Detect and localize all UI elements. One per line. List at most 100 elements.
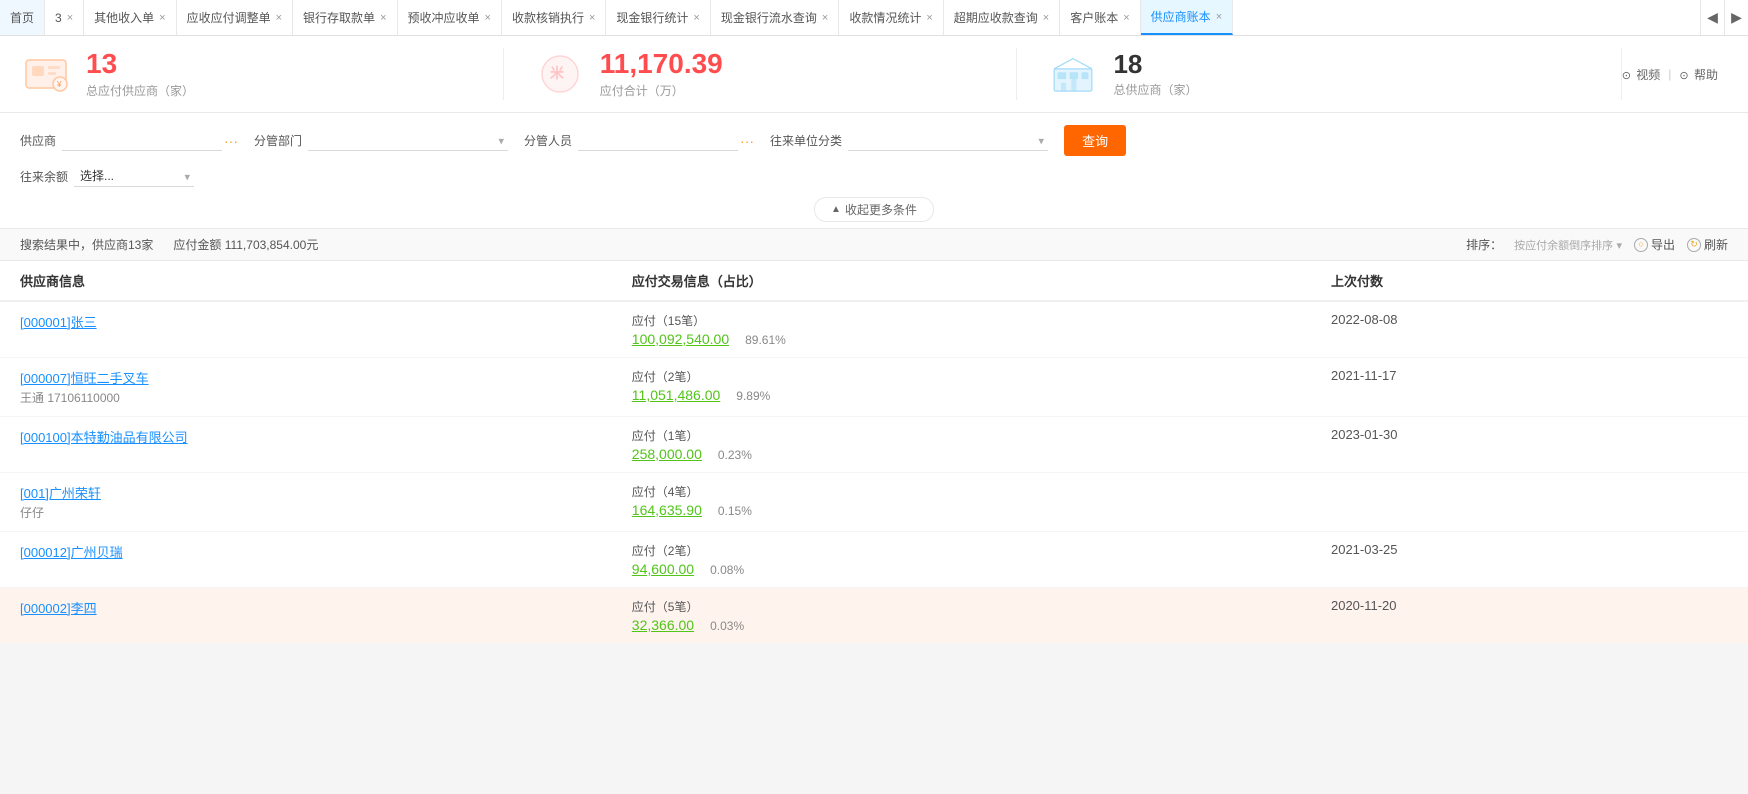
supplier-name-link[interactable]: [000100]本特勤油品有限公司 <box>20 430 188 445</box>
help-link[interactable]: ⊙ 帮助 <box>1679 66 1718 83</box>
svg-text:¥: ¥ <box>56 80 62 89</box>
video-link[interactable]: ⊙ 视频 <box>1622 66 1661 83</box>
supplier-name-link[interactable]: [001]广州荣轩 <box>20 486 101 501</box>
nav-tab-collectstat[interactable]: 收款情况统计 × <box>839 0 943 35</box>
person-input[interactable] <box>578 130 738 151</box>
col-last-pay: 上次付数 <box>1311 261 1748 301</box>
trans-info-cell: 应付（4笔）164,635.900.15% <box>612 473 1311 532</box>
last-pay-cell: 2020-11-20 <box>1311 588 1748 644</box>
trans-amount-link[interactable]: 11,051,486.00 <box>632 387 721 403</box>
trans-label: 应付（4笔） <box>632 483 1291 500</box>
person-dots-icon[interactable]: ··· <box>740 133 754 149</box>
trans-label: 应付（2笔） <box>632 542 1291 559</box>
close-icon[interactable]: × <box>1216 11 1222 23</box>
nav-tab-supplierbook-label: 供应商账本 <box>1151 8 1211 25</box>
refresh-icon: ↻ <box>1687 238 1701 252</box>
suppliers-table: 供应商信息 应付交易信息（占比） 上次付数 [000001]张三 应付（15笔） 1… <box>0 261 1748 644</box>
results-bar: 搜索结果中，供应商13家 应付金额 111,703,854.00元 排序： 按应… <box>0 229 1748 261</box>
nav-tab-adjust[interactable]: 应收应付调整单 × <box>177 0 293 35</box>
nav-tab-bank[interactable]: 银行存取款单 × <box>293 0 397 35</box>
table-row: [000001]张三应付（15笔）100,092,540.0089.61%202… <box>0 301 1748 358</box>
table-row: [001]广州荣轩仔仔应付（4笔）164,635.900.15% <box>0 473 1748 532</box>
nav-tab-precollect[interactable]: 预收冲应收单 × <box>398 0 502 35</box>
trans-label: 应付（15笔） <box>632 312 1291 329</box>
close-icon[interactable]: × <box>926 12 932 24</box>
supplier-dots-icon[interactable]: ··· <box>224 133 238 149</box>
export-button[interactable]: ○ 导出 <box>1634 236 1675 253</box>
supplier-info-cell: [000001]张三 <box>0 301 612 358</box>
supplier-name-link[interactable]: [000012]广州贝瑞 <box>20 545 123 560</box>
nav-tab-cashstat-label: 现金银行统计 <box>616 9 688 26</box>
nav-tab-supplierbook[interactable]: 供应商账本 × <box>1141 0 1233 35</box>
results-summary: 搜索结果中，供应商13家 应付金额 111,703,854.00元 <box>20 236 318 253</box>
supplier-name-link[interactable]: [000007]恒旺二手叉车 <box>20 371 149 386</box>
results-actions: 排序： 按应付余额倒序排序 ▾ ○ 导出 ↻ 刷新 <box>1466 236 1728 253</box>
filter-dept: 分管部门 <box>254 130 508 151</box>
total-payable-icon: 米 <box>534 48 586 100</box>
nav-tab-3-label: 3 <box>55 11 62 25</box>
nav-tab-3[interactable]: 3 × <box>45 0 84 35</box>
table-row: [000100]本特勤油品有限公司 应付（1笔） 258,000.00 0.23% 20… <box>0 417 1748 473</box>
dept-select[interactable] <box>308 130 508 151</box>
sort-select[interactable]: 按应付余额倒序排序 ▾ <box>1514 237 1622 253</box>
payable-suppliers-content: 13 总应付供应商（家） <box>86 49 194 99</box>
close-icon[interactable]: × <box>822 12 828 24</box>
supplier-info-cell: [000100]本特勤油品有限公司 <box>0 417 612 473</box>
nav-tab-verify-label: 收款核销执行 <box>512 9 584 26</box>
query-button[interactable]: 查询 <box>1064 125 1126 156</box>
supplier-name-link[interactable]: [000002]李四 <box>20 601 97 616</box>
table-header-row: 供应商信息 应付交易信息（占比） 上次付数 <box>0 261 1748 301</box>
supplier-name-link[interactable]: [000001]张三 <box>20 315 97 330</box>
collapse-button[interactable]: ▲ 收起更多条件 <box>814 197 934 222</box>
supplier-info-cell: [001]广州荣轩仔仔 <box>0 473 612 532</box>
supplier-info-cell: [000002]李四 <box>0 588 612 644</box>
close-icon[interactable]: × <box>159 12 165 24</box>
balance-label: 往来余额 <box>20 168 68 185</box>
nav-tab-home[interactable]: 首页 <box>0 0 45 35</box>
trans-amount-link[interactable]: 100,092,540.00 <box>632 331 729 347</box>
trans-amount-link[interactable]: 32,366.00 <box>632 617 694 633</box>
close-icon[interactable]: × <box>1123 12 1129 24</box>
total-payable-number: 11,170.39 <box>600 49 723 80</box>
trans-label: 应付（1笔） <box>632 427 1291 444</box>
trans-amount-link[interactable]: 164,635.90 <box>632 502 702 518</box>
top-navigation: 首页 3 × 其他收入单 × 应收应付调整单 × 银行存取款单 × 预收冲应收单… <box>0 0 1748 36</box>
close-icon[interactable]: × <box>276 12 282 24</box>
nav-tab-overdue[interactable]: 超期应收款查询 × <box>944 0 1060 35</box>
total-suppliers-content: 18 总供应商（家） <box>1113 50 1197 98</box>
last-pay-cell: 2023-01-30 <box>1311 417 1748 473</box>
trans-label: 应付（5笔） <box>632 598 1291 615</box>
supplier-input[interactable] <box>62 130 222 151</box>
category-select[interactable] <box>848 130 1048 151</box>
filter-row-2: 往来余额 选择... <box>20 166 1728 187</box>
close-icon[interactable]: × <box>380 12 386 24</box>
trans-amount-link[interactable]: 258,000.00 <box>632 446 702 462</box>
filter-category: 往来单位分类 <box>770 130 1048 151</box>
nav-tab-income-label: 其他收入单 <box>94 9 154 26</box>
col-trans-info: 应付交易信息（占比） <box>612 261 1311 301</box>
trans-info-cell: 应付（2笔）94,600.000.08% <box>612 532 1311 588</box>
nav-tab-verify[interactable]: 收款核销执行 × <box>502 0 606 35</box>
last-pay-cell: 2021-03-25 <box>1311 532 1748 588</box>
balance-select[interactable]: 选择... <box>74 166 194 187</box>
nav-tab-overdue-label: 超期应收款查询 <box>954 9 1038 26</box>
trans-percentage: 0.23% <box>718 448 752 462</box>
trans-label: 应付（2笔） <box>632 368 1291 385</box>
close-icon[interactable]: × <box>485 12 491 24</box>
total-payable-content: 11,170.39 应付合计（万） <box>600 49 723 99</box>
nav-next-button[interactable]: ▶ <box>1724 0 1748 36</box>
nav-tab-bank-label: 银行存取款单 <box>303 9 375 26</box>
close-icon[interactable]: × <box>67 12 73 24</box>
close-icon[interactable]: × <box>589 12 595 24</box>
nav-tab-custbook[interactable]: 客户账本 × <box>1060 0 1140 35</box>
main-table-wrap: 供应商信息 应付交易信息（占比） 上次付数 [000001]张三 应付（15笔） 1… <box>0 261 1748 644</box>
trans-amount-link[interactable]: 94,600.00 <box>632 561 694 577</box>
refresh-button[interactable]: ↻ 刷新 <box>1687 236 1728 253</box>
nav-tab-cashstat[interactable]: 现金银行统计 × <box>606 0 710 35</box>
nav-tab-cashflow[interactable]: 现金银行流水查询 × <box>711 0 839 35</box>
nav-tab-income[interactable]: 其他收入单 × <box>84 0 176 35</box>
nav-prev-button[interactable]: ◀ <box>1700 0 1724 36</box>
close-icon[interactable]: × <box>1043 12 1049 24</box>
supplier-label: 供应商 <box>20 132 56 149</box>
close-icon[interactable]: × <box>693 12 699 24</box>
